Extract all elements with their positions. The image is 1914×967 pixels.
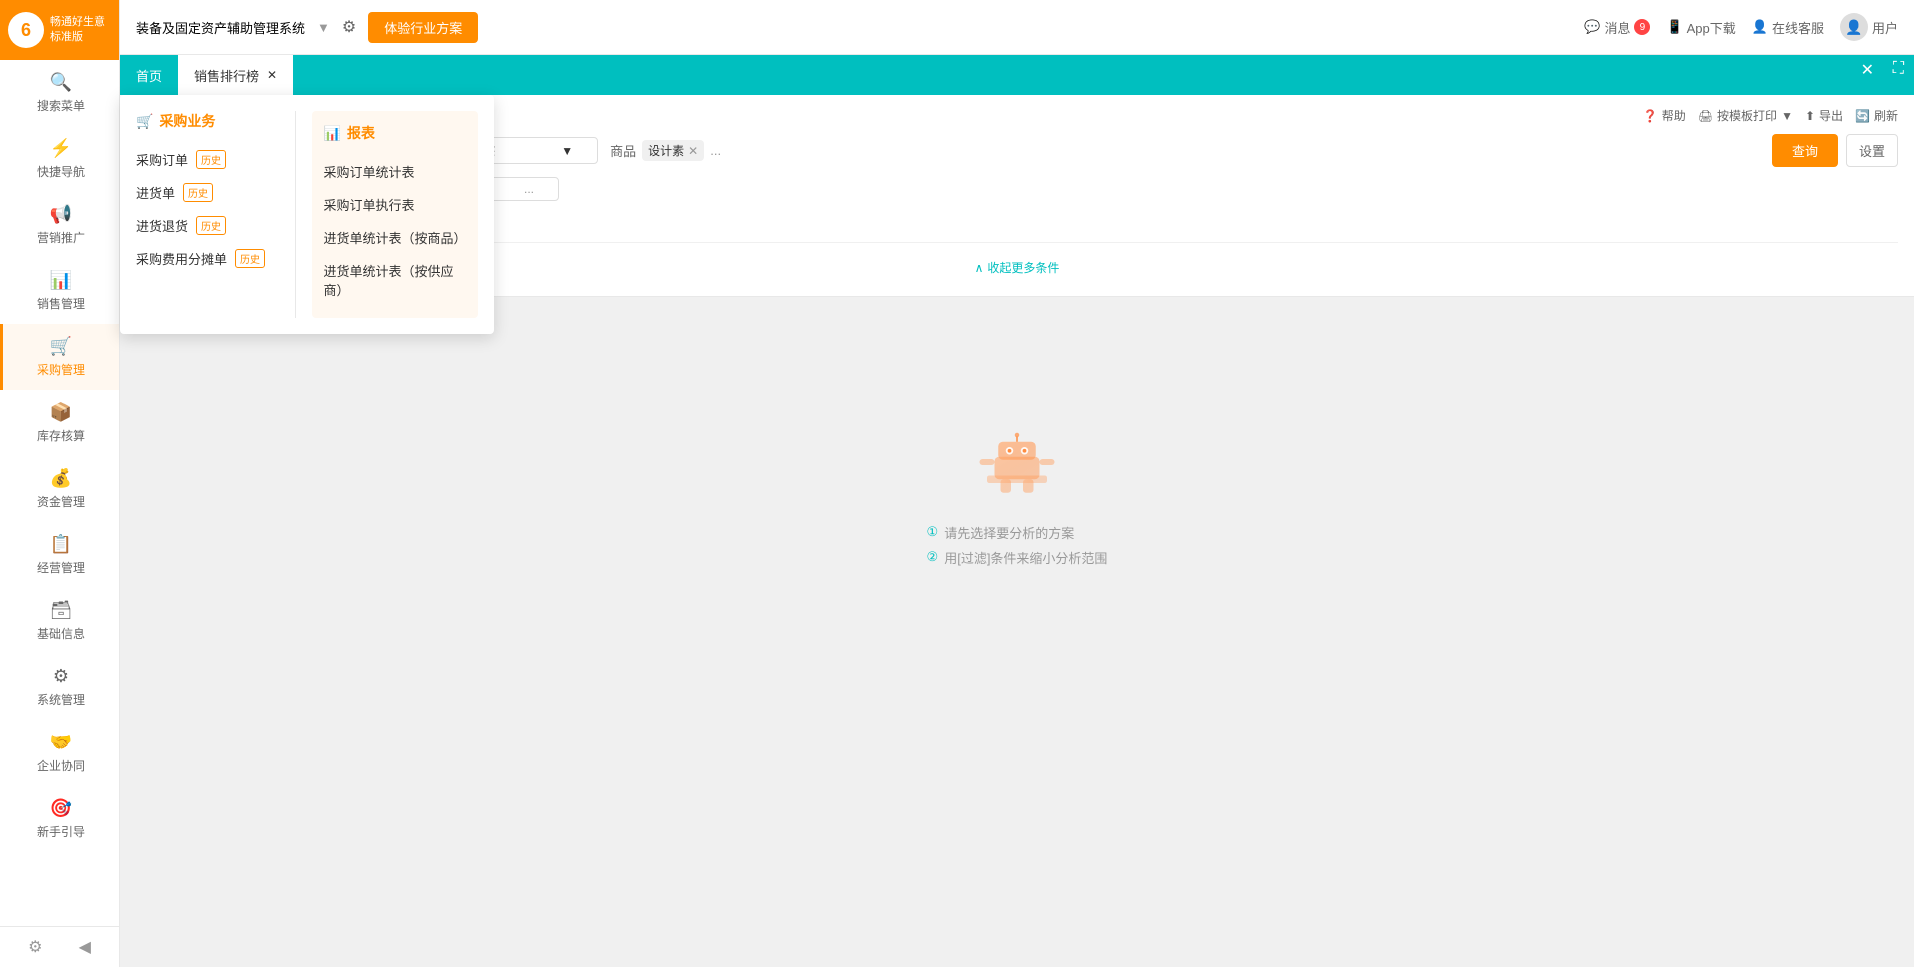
system-icon: ⚙ bbox=[53, 666, 69, 687]
sidebar-item-purchase[interactable]: 🛒 采购管理 bbox=[0, 324, 119, 390]
quick-nav-icon: ⚡ bbox=[50, 138, 72, 159]
sidebar-item-basic-info[interactable]: 🗃 基础信息 bbox=[0, 588, 119, 654]
tab-window-close-icon[interactable]: ✕ bbox=[1861, 60, 1874, 80]
online-service-button[interactable]: 👤 在线客服 bbox=[1752, 18, 1824, 37]
enterprise-icon: 🤝 bbox=[50, 732, 72, 753]
menu-item-purchase-order-stats[interactable]: 采购订单统计表 bbox=[324, 155, 467, 188]
goods-label: 商品 bbox=[610, 141, 636, 160]
placeholder-tips: ① 请先选择要分析的方案 ② 用[过滤]条件来缩小分析范围 bbox=[927, 523, 1108, 567]
goods-more-button[interactable]: ... bbox=[710, 143, 721, 158]
menu-item-inbound-stats-goods[interactable]: 进货单统计表（按商品） bbox=[324, 221, 467, 254]
goods-tag: 设计素 ✕ bbox=[642, 140, 704, 161]
logo-text: 畅通好生意 标准版 bbox=[50, 15, 105, 46]
guide-icon: 🎯 bbox=[50, 798, 72, 819]
purchase-menu-section: 🛒 采购业务 采购订单 历史 进货单 历史 进货退货 历史 采购费用分摊单 历史 bbox=[136, 111, 279, 318]
dropdown-menu: 🛒 采购业务 采购订单 历史 进货单 历史 进货退货 历史 采购费用分摊单 历史… bbox=[120, 95, 494, 334]
sidebar-item-operations[interactable]: 📋 经营管理 bbox=[0, 522, 119, 588]
operations-icon: 📋 bbox=[50, 534, 72, 555]
select-dropdown-icon: ▼ bbox=[561, 144, 573, 158]
collapse-button[interactable]: ∧ 收起更多条件 bbox=[975, 259, 1060, 276]
help-button[interactable]: ❓ 帮助 bbox=[1643, 107, 1686, 124]
print-icon: 🖨 bbox=[1698, 109, 1713, 123]
salesperson-more[interactable]: ... bbox=[524, 182, 534, 196]
sidebar-item-enterprise[interactable]: 🤝 企业协同 bbox=[0, 720, 119, 786]
collapse-icon: ∧ bbox=[975, 261, 984, 275]
sidebar-item-sales[interactable]: 📊 销售管理 bbox=[0, 258, 119, 324]
message-icon: 💬 bbox=[1584, 19, 1600, 35]
header: 装备及固定资产辅助管理系统 ▼ ⚙ 体验行业方案 💬 消息 9 📱 App下载 … bbox=[120, 0, 1914, 55]
sidebar-item-system[interactable]: ⚙ 系统管理 bbox=[0, 654, 119, 720]
service-icon: 👤 bbox=[1752, 19, 1768, 35]
logo-icon: 6 bbox=[8, 12, 44, 48]
content-placeholder: ① 请先选择要分析的方案 ② 用[过滤]条件来缩小分析范围 bbox=[120, 297, 1914, 697]
tab-expand-icon[interactable]: ⛶ bbox=[1893, 60, 1904, 78]
history-badge-2: 历史 bbox=[196, 216, 226, 235]
purchase-menu-icon: 🛒 bbox=[136, 113, 153, 130]
sidebar-bottom: ⚙ ◀ bbox=[0, 926, 119, 967]
action-buttons: 查询 设置 bbox=[1772, 134, 1898, 167]
sidebar: 6 畅通好生意 标准版 🔍 搜索菜单 ⚡ 快捷导航 📢 营销推广 📊 销售管理 … bbox=[0, 0, 120, 967]
sidebar-item-marketing[interactable]: 📢 营销推广 bbox=[0, 192, 119, 258]
report-menu-title: 📊 报表 bbox=[324, 123, 467, 143]
report-menu-section: 📊 报表 采购订单统计表 采购订单执行表 进货单统计表（按商品） 进货单统计表（… bbox=[312, 111, 479, 318]
print-template-button[interactable]: 🖨 按模板打印 ▼ bbox=[1698, 107, 1793, 124]
tab-home[interactable]: 首页 bbox=[120, 55, 178, 95]
sidebar-collapse-button[interactable]: ◀ bbox=[79, 937, 91, 957]
messages-button[interactable]: 💬 消息 9 bbox=[1584, 18, 1650, 37]
menu-item-purchase-order-exec[interactable]: 采购订单执行表 bbox=[324, 188, 467, 221]
sidebar-item-quick-nav[interactable]: ⚡ 快捷导航 bbox=[0, 126, 119, 192]
purchase-menu-title: 🛒 采购业务 bbox=[136, 111, 279, 131]
marketing-icon: 📢 bbox=[50, 204, 72, 225]
menu-item-purchase-order[interactable]: 采购订单 历史 bbox=[136, 143, 279, 176]
avatar-icon: 👤 bbox=[1840, 13, 1868, 41]
sidebar-settings-button[interactable]: ⚙ bbox=[28, 937, 42, 957]
sidebar-logo: 6 畅通好生意 标准版 bbox=[0, 0, 119, 60]
export-button[interactable]: ⬆ 导出 bbox=[1805, 107, 1843, 124]
user-avatar[interactable]: 👤 用户 bbox=[1840, 13, 1898, 41]
app-download-button[interactable]: 📱 App下载 bbox=[1666, 18, 1735, 37]
inventory-icon: 📦 bbox=[50, 402, 72, 423]
menu-item-inbound[interactable]: 进货单 历史 bbox=[136, 176, 279, 209]
sidebar-item-search[interactable]: 🔍 搜索菜单 bbox=[0, 60, 119, 126]
placeholder-image bbox=[972, 428, 1062, 511]
header-title: 装备及固定资产辅助管理系统 bbox=[136, 18, 305, 37]
history-badge-1: 历史 bbox=[183, 183, 213, 202]
menu-item-inbound-stats-supplier[interactable]: 进货单统计表（按供应商） bbox=[324, 254, 467, 306]
mobile-icon: 📱 bbox=[1666, 19, 1682, 35]
tab-sales-ranking[interactable]: 销售排行榜 ✕ bbox=[178, 55, 293, 95]
sidebar-item-inventory[interactable]: 📦 库存核算 bbox=[0, 390, 119, 456]
help-icon: ❓ bbox=[1643, 109, 1658, 123]
message-badge: 9 bbox=[1634, 19, 1650, 35]
export-icon: ⬆ bbox=[1805, 109, 1815, 123]
goods-tag-close[interactable]: ✕ bbox=[688, 144, 698, 158]
refresh-button[interactable]: 🔄 刷新 bbox=[1855, 107, 1898, 124]
industry-btn[interactable]: 体验行业方案 bbox=[368, 12, 478, 43]
history-badge-3: 历史 bbox=[235, 249, 265, 268]
basic-info-icon: 🗃 bbox=[50, 600, 73, 621]
menu-divider bbox=[295, 111, 296, 318]
purchase-icon: 🛒 bbox=[50, 336, 72, 357]
tab-close-icon[interactable]: ✕ bbox=[267, 68, 277, 82]
settings-button[interactable]: 设置 bbox=[1846, 134, 1898, 167]
header-gear-icon[interactable]: ⚙ bbox=[342, 17, 356, 37]
print-dropdown-icon: ▼ bbox=[1781, 109, 1793, 123]
menu-item-return[interactable]: 进货退货 历史 bbox=[136, 209, 279, 242]
sidebar-item-guide[interactable]: 🎯 新手引导 bbox=[0, 786, 119, 852]
sidebar-item-finance[interactable]: 💰 资金管理 bbox=[0, 456, 119, 522]
finance-icon: 💰 bbox=[50, 468, 72, 489]
menu-item-expense[interactable]: 采购费用分摊单 历史 bbox=[136, 242, 279, 275]
tabbar: 首页 销售排行榜 ✕ ✕ ⛶ bbox=[120, 55, 1914, 95]
header-right: 💬 消息 9 📱 App下载 👤 在线客服 👤 用户 bbox=[1584, 13, 1898, 41]
refresh-icon: 🔄 bbox=[1855, 109, 1870, 123]
report-menu-icon: 📊 bbox=[324, 125, 341, 142]
goods-filter: 商品 设计素 ✕ ... bbox=[610, 140, 721, 161]
sales-icon: 📊 bbox=[50, 270, 72, 291]
query-button[interactable]: 查询 bbox=[1772, 134, 1838, 167]
search-icon: 🔍 bbox=[50, 72, 72, 93]
header-dropdown-icon[interactable]: ▼ bbox=[317, 20, 330, 35]
placeholder-tip2: ② 用[过滤]条件来缩小分析范围 bbox=[927, 548, 1108, 567]
history-badge-0: 历史 bbox=[196, 150, 226, 169]
placeholder-tip1: ① 请先选择要分析的方案 bbox=[927, 523, 1108, 542]
